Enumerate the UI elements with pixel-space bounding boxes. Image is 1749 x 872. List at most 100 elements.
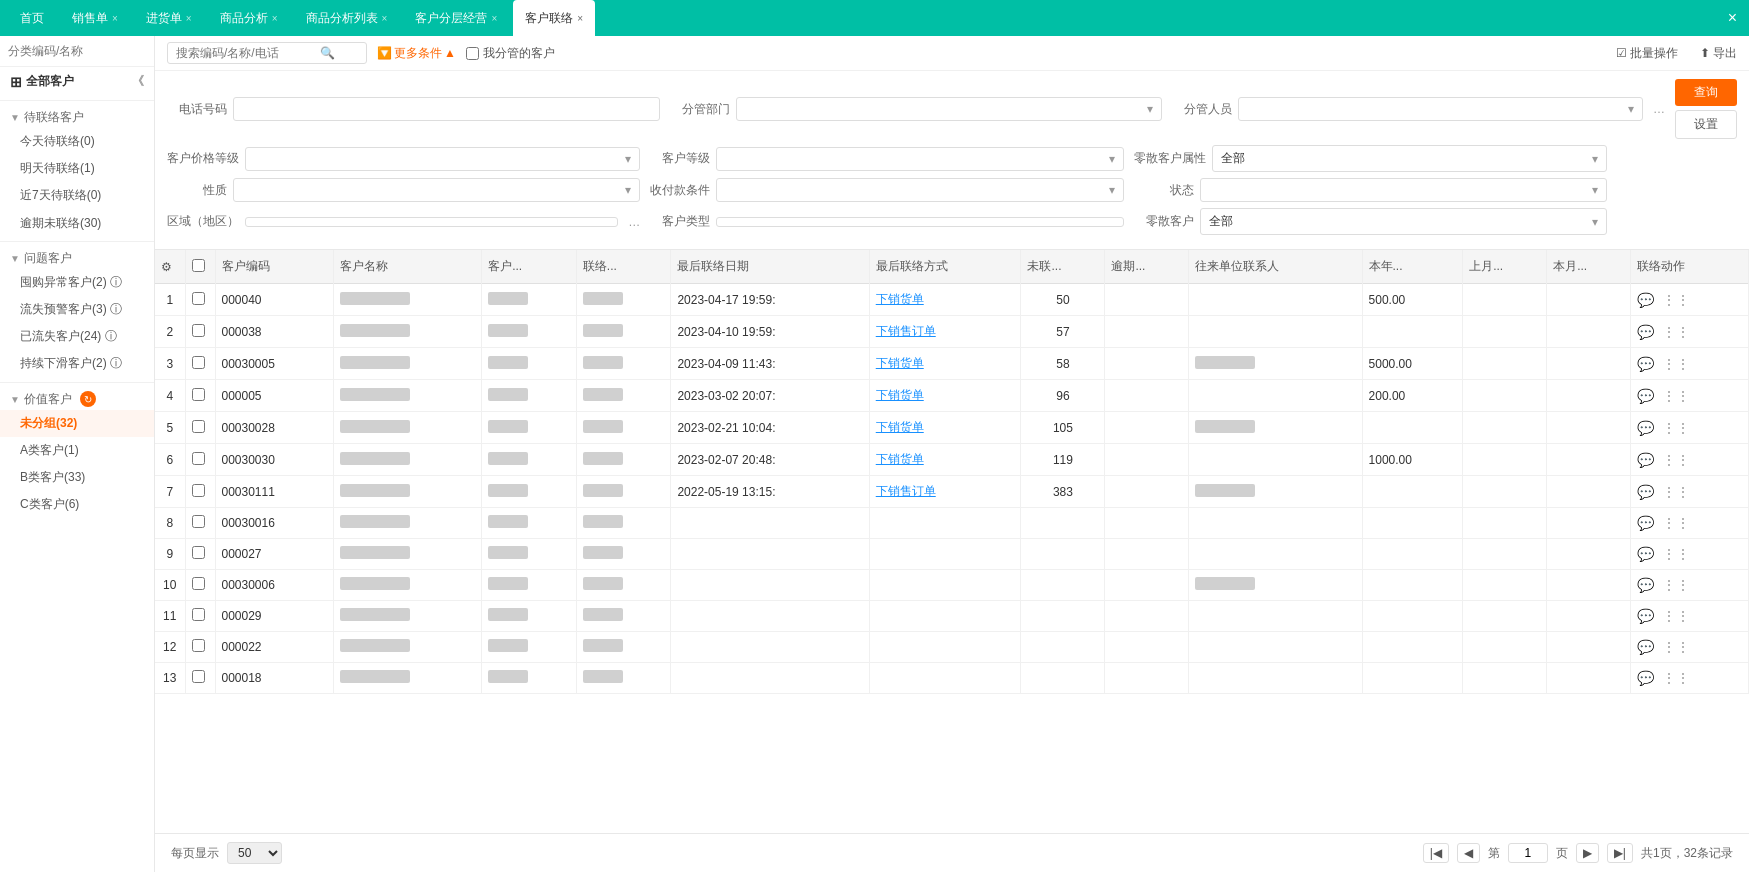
row-last-method[interactable] <box>869 539 1021 570</box>
col-name[interactable]: 客户名称 <box>334 250 482 284</box>
row-last-method[interactable]: 下销售订单 <box>869 476 1021 508</box>
sidebar-item-overdue[interactable]: 逾期未联络(30) <box>0 210 154 237</box>
more-conditions-button[interactable]: 🔽 更多条件 ▲ <box>377 45 456 62</box>
price-level-select[interactable]: ▾ <box>245 147 640 171</box>
col-action[interactable]: 联络动作 <box>1631 250 1749 284</box>
tab-product-analysis[interactable]: 商品分析 × <box>208 0 290 36</box>
row-checkbox[interactable] <box>185 508 215 539</box>
col-code[interactable]: 客户编码 <box>215 250 334 284</box>
manager-select[interactable]: ▾ <box>1238 97 1643 121</box>
sidebar-group-problem[interactable]: ▼ 问题客户 <box>0 246 154 269</box>
more-action-icon[interactable]: ⋮⋮ <box>1662 452 1690 468</box>
sidebar-item-class-c[interactable]: C类客户(6) <box>0 491 154 518</box>
tab-product-analysis-list[interactable]: 商品分析列表 × <box>294 0 400 36</box>
sidebar-item-churn-warning[interactable]: 流失预警客户(3) ⓘ <box>0 296 154 323</box>
sidebar-item-ungrouped[interactable]: 未分组(32) <box>0 410 154 437</box>
last-page-button[interactable]: ▶| <box>1607 843 1633 863</box>
payment-select[interactable]: ▾ <box>716 178 1123 202</box>
scattered-attr-select[interactable]: 全部▾ <box>1212 145 1607 172</box>
nature-select[interactable]: ▾ <box>233 178 640 202</box>
close-icon[interactable]: × <box>186 13 192 24</box>
col-contact[interactable]: 联络... <box>576 250 671 284</box>
dept-select[interactable]: ▾ <box>736 97 1163 121</box>
phone-input[interactable] <box>233 97 660 121</box>
nav-home[interactable]: 首页 <box>8 6 56 31</box>
more-action-icon[interactable]: ⋮⋮ <box>1662 356 1690 372</box>
col-checkbox[interactable] <box>185 250 215 284</box>
contact-action-icon[interactable]: 💬 <box>1637 484 1654 500</box>
next-page-button[interactable]: ▶ <box>1576 843 1599 863</box>
cust-level-select[interactable]: ▾ <box>716 147 1123 171</box>
sidebar-item-week[interactable]: 近7天待联络(0) <box>0 182 154 209</box>
close-icon[interactable]: × <box>382 13 388 24</box>
cust-type-select[interactable] <box>716 217 1123 227</box>
contact-action-icon[interactable]: 💬 <box>1637 546 1654 562</box>
contact-action-icon[interactable]: 💬 <box>1637 577 1654 593</box>
row-last-method[interactable] <box>869 601 1021 632</box>
tab-customer-tier[interactable]: 客户分层经营 × <box>403 0 509 36</box>
close-icon[interactable]: × <box>577 13 583 24</box>
contact-action-icon[interactable]: 💬 <box>1637 388 1654 404</box>
row-checkbox[interactable] <box>185 348 215 380</box>
batch-operation-button[interactable]: ☑ 批量操作 <box>1616 45 1678 62</box>
tab-purchase-order[interactable]: 进货单 × <box>134 0 204 36</box>
row-last-method[interactable]: 下销货单 <box>869 348 1021 380</box>
col-last-month[interactable]: 上月... <box>1463 250 1547 284</box>
row-last-method[interactable] <box>869 663 1021 694</box>
col-last-method[interactable]: 最后联络方式 <box>869 250 1021 284</box>
col-not-contacted[interactable]: 未联... <box>1021 250 1105 284</box>
more-action-icon[interactable]: ⋮⋮ <box>1662 388 1690 404</box>
col-overdue[interactable]: 逾期... <box>1105 250 1189 284</box>
contact-action-icon[interactable]: 💬 <box>1637 608 1654 624</box>
select-all-checkbox[interactable] <box>192 259 205 272</box>
col-contact-person[interactable]: 往来单位联系人 <box>1189 250 1362 284</box>
row-checkbox[interactable] <box>185 663 215 694</box>
col-this-year[interactable]: 本年... <box>1362 250 1463 284</box>
query-button[interactable]: 查询 <box>1675 79 1737 106</box>
sidebar-item-tomorrow[interactable]: 明天待联络(1) <box>0 155 154 182</box>
row-checkbox[interactable] <box>185 412 215 444</box>
filter-search-icon[interactable]: 🔍 <box>320 46 335 60</box>
region-select[interactable] <box>245 217 618 227</box>
row-checkbox[interactable] <box>185 570 215 601</box>
sidebar-item-declining[interactable]: 持续下滑客户(2) ⓘ <box>0 350 154 377</box>
close-all-button[interactable]: × <box>1724 5 1741 31</box>
more-action-icon[interactable]: ⋮⋮ <box>1662 515 1690 531</box>
row-checkbox[interactable] <box>185 632 215 663</box>
more-action-icon[interactable]: ⋮⋮ <box>1662 577 1690 593</box>
collapse-icon[interactable]: 《 <box>132 73 144 90</box>
row-last-method[interactable] <box>869 632 1021 663</box>
sidebar-all-customers[interactable]: ⊞ 全部客户 《 <box>0 67 154 96</box>
prev-page-button[interactable]: ◀ <box>1457 843 1480 863</box>
more-action-icon[interactable]: ⋮⋮ <box>1662 608 1690 624</box>
contact-action-icon[interactable]: 💬 <box>1637 452 1654 468</box>
col-customer[interactable]: 客户... <box>482 250 577 284</box>
col-this-month[interactable]: 本月... <box>1547 250 1631 284</box>
row-last-method[interactable]: 下销货单 <box>869 412 1021 444</box>
refresh-badge[interactable]: ↻ <box>80 391 96 407</box>
sidebar-search-input[interactable] <box>8 44 155 58</box>
close-icon[interactable]: × <box>491 13 497 24</box>
contact-action-icon[interactable]: 💬 <box>1637 356 1654 372</box>
close-icon[interactable]: × <box>272 13 278 24</box>
more-icon[interactable]: … <box>628 215 640 229</box>
sidebar-item-class-a[interactable]: A类客户(1) <box>0 437 154 464</box>
more-action-icon[interactable]: ⋮⋮ <box>1662 546 1690 562</box>
my-customers-checkbox[interactable] <box>466 47 479 60</box>
more-action-icon[interactable]: ⋮⋮ <box>1662 639 1690 655</box>
more-action-icon[interactable]: ⋮⋮ <box>1662 420 1690 436</box>
contact-action-icon[interactable]: 💬 <box>1637 515 1654 531</box>
sidebar-group-value[interactable]: ▼ 价值客户 ↻ <box>0 387 154 410</box>
row-last-method[interactable]: 下销货单 <box>869 444 1021 476</box>
col-settings[interactable]: ⚙ <box>155 250 185 284</box>
col-last-date[interactable]: 最后联络日期 <box>671 250 869 284</box>
row-last-method[interactable]: 下销货单 <box>869 284 1021 316</box>
more-action-icon[interactable]: ⋮⋮ <box>1662 292 1690 308</box>
first-page-button[interactable]: |◀ <box>1423 843 1449 863</box>
contact-action-icon[interactable]: 💬 <box>1637 639 1654 655</box>
row-checkbox[interactable] <box>185 380 215 412</box>
filter-search-input[interactable] <box>176 46 316 60</box>
row-checkbox[interactable] <box>185 444 215 476</box>
row-last-method[interactable] <box>869 508 1021 539</box>
tab-customer-contact[interactable]: 客户联络 × <box>513 0 595 36</box>
